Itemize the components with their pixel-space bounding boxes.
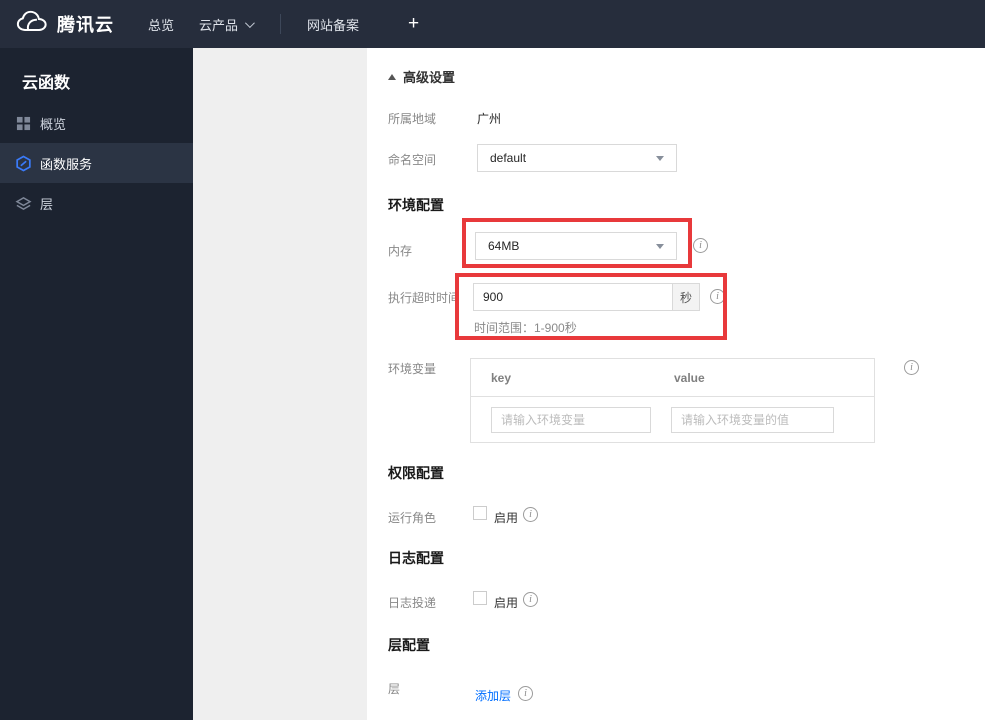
- timeout-input[interactable]: [473, 283, 673, 311]
- secondary-panel: [193, 48, 367, 720]
- topbar: 腾讯云 总览 云产品 网站备案 +: [0, 0, 985, 48]
- env-value-header: value: [674, 371, 705, 385]
- topbar-nav: 总览 云产品 网站备案 +: [148, 13, 419, 35]
- run-role-enable-label[interactable]: 启用: [494, 509, 518, 526]
- run-role-label: 运行角色: [388, 511, 437, 525]
- grid-icon: [14, 114, 32, 132]
- section-log-config: 日志配置: [388, 550, 444, 566]
- memory-select[interactable]: 64MB: [475, 232, 677, 260]
- env-value-input[interactable]: [671, 407, 834, 433]
- env-key-input[interactable]: [491, 407, 651, 433]
- env-vars-info-icon[interactable]: [904, 360, 919, 375]
- namespace-select[interactable]: default: [477, 144, 677, 172]
- log-delivery-checkbox[interactable]: [473, 591, 487, 605]
- timeout-hint: 时间范围：1-900秒: [474, 321, 577, 335]
- chevron-down-icon: [244, 17, 255, 28]
- scf-hexagon-icon: [14, 154, 32, 172]
- env-vars-input-row: [471, 397, 874, 443]
- section-perm-config: 权限配置: [388, 465, 444, 481]
- brand-logo[interactable]: 腾讯云: [16, 9, 114, 39]
- region-value: 广州: [477, 112, 502, 126]
- tencent-cloud-console: 腾讯云 总览 云产品 网站备案 + 云函数 概览 函数服务 层 高级设置 所属地…: [0, 0, 985, 720]
- log-delivery-label: 日志投递: [388, 596, 437, 610]
- sidebar-item-function-service[interactable]: 函数服务: [0, 143, 193, 183]
- sidebar-item-layers[interactable]: 层: [0, 183, 193, 223]
- region-label: 所属地域: [388, 112, 437, 126]
- layers-icon: [14, 194, 32, 212]
- sidebar-item-overview[interactable]: 概览: [0, 103, 193, 143]
- memory-label: 内存: [388, 244, 413, 258]
- cloud-logo-icon: [16, 9, 48, 39]
- log-delivery-info-icon[interactable]: [523, 592, 538, 607]
- nav-products[interactable]: 云产品: [199, 15, 255, 34]
- env-vars-header-row: key value: [471, 359, 874, 397]
- env-vars-table: key value: [470, 358, 875, 443]
- namespace-label: 命名空间: [388, 153, 437, 167]
- log-delivery-enable-label[interactable]: 启用: [494, 594, 518, 611]
- settings-form: 高级设置 所属地域 广州 命名空间 default 环境配置 内存 64MB 执…: [367, 48, 985, 720]
- section-layer-config: 层配置: [388, 637, 430, 653]
- nav-overview[interactable]: 总览: [148, 15, 174, 34]
- add-tab-button[interactable]: +: [408, 13, 419, 35]
- env-key-header: key: [491, 371, 512, 385]
- sidebar-title: 云函数: [22, 75, 71, 92]
- brand-name: 腾讯云: [57, 15, 114, 35]
- timeout-info-icon[interactable]: [710, 289, 725, 304]
- sidebar-item-label: 层: [40, 196, 54, 212]
- chevron-down-icon: [656, 155, 664, 161]
- layer-label: 层: [388, 682, 401, 696]
- run-role-info-icon[interactable]: [523, 507, 538, 522]
- collapse-triangle-icon: [388, 73, 396, 80]
- topbar-divider: [280, 14, 282, 34]
- sidebar-item-label: 概览: [40, 116, 67, 132]
- advanced-settings-toggle[interactable]: 高级设置: [388, 67, 455, 86]
- timeout-label: 执行超时时间: [388, 291, 461, 305]
- layer-info-icon[interactable]: [518, 686, 533, 701]
- timeout-unit: 秒: [672, 283, 700, 311]
- chevron-down-icon: [656, 243, 664, 249]
- env-vars-label: 环境变量: [388, 362, 437, 376]
- memory-info-icon[interactable]: [693, 238, 708, 253]
- nav-beian[interactable]: 网站备案: [307, 15, 359, 34]
- sidebar-item-label: 函数服务: [40, 156, 93, 172]
- sidebar: 云函数 概览 函数服务 层: [0, 48, 193, 720]
- section-env-config: 环境配置: [388, 197, 444, 213]
- run-role-checkbox[interactable]: [473, 506, 487, 520]
- add-layer-link[interactable]: 添加层: [475, 687, 511, 704]
